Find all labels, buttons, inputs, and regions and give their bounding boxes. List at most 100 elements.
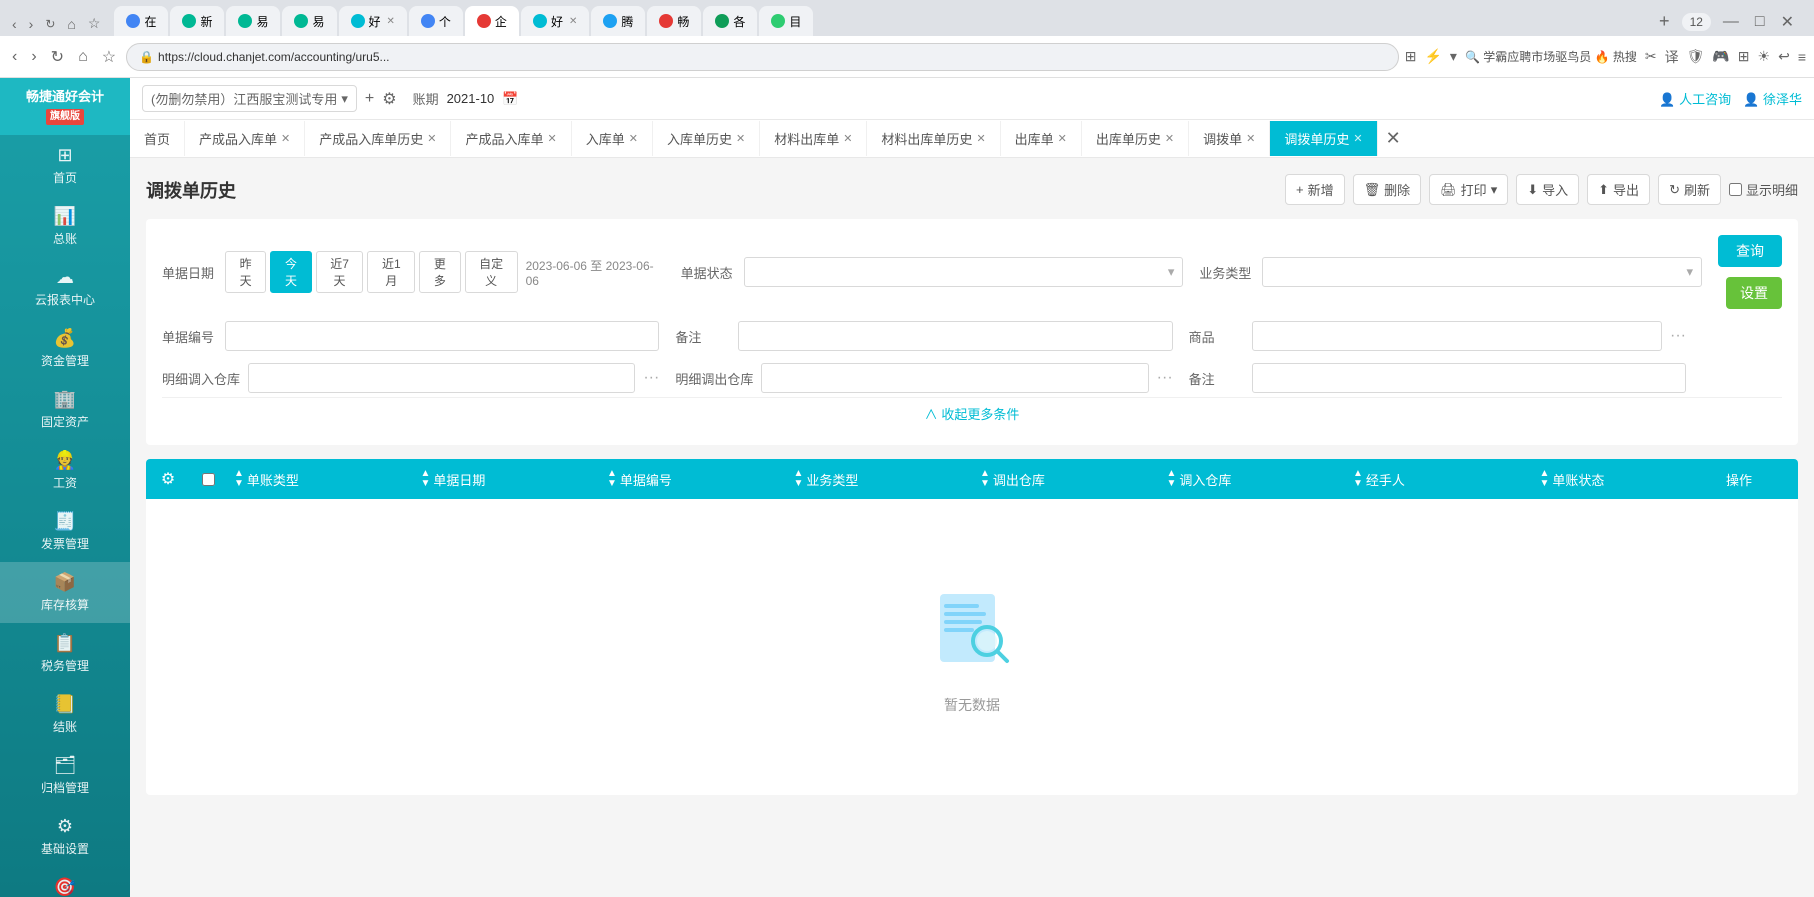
browser-tab-10[interactable]: 畅 bbox=[647, 6, 701, 36]
sidebar-item-invoice[interactable]: 🧾 发票管理 bbox=[0, 501, 130, 562]
browser-tab-5[interactable]: 好 ✕ bbox=[339, 6, 407, 36]
th-doc-status[interactable]: ▲▼ 单账状态 bbox=[1532, 469, 1719, 489]
sidebar-item-tax[interactable]: 📋 税务管理 bbox=[0, 623, 130, 684]
window-maximize[interactable]: □ bbox=[1751, 9, 1769, 35]
query-button[interactable]: 查询 bbox=[1718, 235, 1782, 267]
sidebar-item-guide[interactable]: 🎯 新手引导 bbox=[0, 867, 130, 897]
display-detail-input[interactable] bbox=[1729, 183, 1742, 196]
page-tab-stock-in-history[interactable]: 入库单历史 ✕ bbox=[653, 121, 760, 156]
sidebar-item-inventory[interactable]: 📦 库存核算 bbox=[0, 562, 130, 623]
extensions-icon[interactable]: ⊞ bbox=[1405, 48, 1417, 65]
sidebar-item-home[interactable]: ⊞ 首页 bbox=[0, 135, 130, 196]
tab-close-icon[interactable]: ✕ bbox=[843, 132, 852, 145]
sidebar-item-ledger[interactable]: 📊 总账 bbox=[0, 196, 130, 257]
delete-button[interactable]: 🗑 删除 bbox=[1353, 174, 1422, 205]
browser-tab-8[interactable]: 好 ✕ bbox=[521, 6, 589, 36]
custom-btn[interactable]: 自定义 bbox=[465, 251, 518, 293]
fav-button[interactable]: ☆ bbox=[98, 43, 120, 71]
th-out-warehouse[interactable]: ▲▼ 调出仓库 bbox=[972, 469, 1159, 489]
print-button[interactable]: 🖨 打印 ▾ bbox=[1429, 174, 1508, 205]
detail-in-more-icon[interactable]: ··· bbox=[643, 369, 659, 387]
reload-button[interactable]: ↻ bbox=[47, 43, 68, 71]
browser-tab-3[interactable]: 易 bbox=[226, 6, 280, 36]
table-select-all[interactable] bbox=[190, 473, 226, 486]
lightning-icon[interactable]: ⚡ bbox=[1424, 48, 1441, 65]
sidebar-item-archive[interactable]: 🗂 归档管理 bbox=[0, 745, 130, 806]
browser-tab-12[interactable]: 目 bbox=[759, 6, 813, 36]
sidebar-item-cloud-report[interactable]: ☁ 云报表中心 bbox=[0, 257, 130, 318]
page-tab-material-out[interactable]: 材料出库单 ✕ bbox=[760, 121, 867, 156]
browser-tab-11[interactable]: 各 bbox=[703, 6, 757, 36]
company-selector[interactable]: (勿删勿禁用）江西服宝测试专用 ▾ bbox=[142, 85, 357, 112]
th-in-warehouse[interactable]: ▲▼ 调入仓库 bbox=[1159, 469, 1346, 489]
ai-service-link[interactable]: 👤 人工咨询 bbox=[1659, 89, 1731, 108]
th-doc-type[interactable]: ▲▼ 单账类型 bbox=[226, 469, 413, 489]
page-tab-stock-out[interactable]: 出库单 ✕ bbox=[1001, 121, 1082, 156]
game-icon[interactable]: 🎮 bbox=[1712, 48, 1729, 65]
import-button[interactable]: ⬇ 导入 bbox=[1516, 174, 1579, 205]
undo-icon[interactable]: ↩ bbox=[1778, 48, 1790, 65]
tab-close-icon[interactable]: ✕ bbox=[629, 132, 638, 145]
filter-settings-button[interactable]: 设置 bbox=[1726, 277, 1782, 309]
last7-btn[interactable]: 近7天 bbox=[316, 251, 364, 293]
tab-close-icon[interactable]: ✕ bbox=[1246, 132, 1255, 145]
collapse-bar[interactable]: ∧ 收起更多条件 bbox=[162, 397, 1782, 429]
home-nav-button[interactable]: ⌂ bbox=[74, 44, 92, 70]
shield-icon[interactable]: 🛡 bbox=[1687, 48, 1705, 65]
yesterday-btn[interactable]: 昨天 bbox=[225, 251, 266, 293]
page-tab-transfer[interactable]: 调拨单 ✕ bbox=[1189, 121, 1270, 156]
new-button[interactable]: + 新增 bbox=[1285, 174, 1345, 205]
sidebar-item-fund[interactable]: 💰 资金管理 bbox=[0, 318, 130, 379]
sidebar-item-settings[interactable]: ⚙ 基础设置 bbox=[0, 806, 130, 867]
page-tab-product-in[interactable]: 产成品入库单 ✕ bbox=[185, 121, 305, 156]
status-select[interactable]: ▾ bbox=[744, 257, 1184, 287]
sidebar-item-payroll[interactable]: 👷 工资 bbox=[0, 440, 130, 501]
today-btn[interactable]: 今天 bbox=[270, 251, 311, 293]
forward-nav-button[interactable]: › bbox=[27, 44, 40, 70]
doc-no-input[interactable] bbox=[225, 321, 659, 351]
back-nav-button[interactable]: ‹ bbox=[8, 44, 21, 70]
bookmark-button[interactable]: ☆ bbox=[84, 11, 105, 36]
note-input[interactable] bbox=[1252, 363, 1686, 393]
goods-input[interactable] bbox=[1252, 321, 1662, 351]
display-detail-checkbox[interactable]: 显示明细 bbox=[1729, 180, 1798, 199]
tab-close-icon[interactable]: ✕ bbox=[736, 132, 745, 145]
tab-close-icon[interactable]: ✕ bbox=[1165, 132, 1174, 145]
back-button[interactable]: ‹ bbox=[8, 12, 21, 36]
page-tab-home[interactable]: 首页 bbox=[130, 121, 185, 156]
address-field[interactable]: 🔒 https://cloud.chanjet.com/accounting/u… bbox=[126, 43, 1399, 71]
home-browser-button[interactable]: ⌂ bbox=[63, 12, 79, 36]
new-tab-button[interactable]: + bbox=[1655, 7, 1674, 36]
browser-tab-7[interactable]: 企 bbox=[465, 6, 519, 36]
page-tab-product-in-history[interactable]: 产成品入库单历史 ✕ bbox=[305, 121, 451, 156]
close-content-button[interactable]: ✕ bbox=[1378, 128, 1409, 149]
browser-tab-4[interactable]: 易 bbox=[282, 6, 336, 36]
tab-close-active-icon[interactable]: ✕ bbox=[1353, 132, 1362, 145]
detail-in-input[interactable] bbox=[248, 363, 635, 393]
scissor-icon[interactable]: ✂ bbox=[1645, 48, 1657, 65]
table-settings-icon[interactable]: ⚙ bbox=[146, 469, 190, 489]
page-tab-stock-out-history[interactable]: 出库单历史 ✕ bbox=[1082, 121, 1189, 156]
page-tab-product-in2[interactable]: 产成品入库单 ✕ bbox=[451, 121, 571, 156]
theme-icon[interactable]: ☀ bbox=[1758, 48, 1771, 65]
browser-tab-2[interactable]: 新 bbox=[170, 6, 224, 36]
company-settings-button[interactable]: ⚙ bbox=[382, 89, 396, 109]
menu-icon[interactable]: ≡ bbox=[1798, 49, 1806, 65]
tab-close-icon[interactable]: ✕ bbox=[1058, 132, 1067, 145]
remark-input[interactable] bbox=[738, 321, 1172, 351]
refresh-data-button[interactable]: ↻ 刷新 bbox=[1658, 174, 1721, 205]
page-tab-stock-in[interactable]: 入库单 ✕ bbox=[572, 121, 653, 156]
export-button[interactable]: ⬆ 导出 bbox=[1587, 174, 1650, 205]
goods-more-icon[interactable]: ··· bbox=[1670, 327, 1686, 345]
translate-icon[interactable]: 译 bbox=[1665, 47, 1679, 67]
period-calendar-icon[interactable]: 📅 bbox=[502, 91, 518, 107]
grid-icon[interactable]: ⊞ bbox=[1738, 48, 1750, 65]
th-handler[interactable]: ▲▼ 经手人 bbox=[1345, 469, 1532, 489]
user-avatar[interactable]: 👤 徐泽华 bbox=[1743, 89, 1802, 108]
refresh-browser-button[interactable]: ↻ bbox=[41, 13, 59, 35]
browser-tab-9[interactable]: 腾 bbox=[591, 6, 645, 36]
more-btn[interactable]: 更多 bbox=[419, 251, 460, 293]
forward-button[interactable]: › bbox=[25, 12, 38, 36]
last-month-btn[interactable]: 近1月 bbox=[367, 251, 415, 293]
page-tab-material-out-history[interactable]: 材料出库单历史 ✕ bbox=[867, 121, 1000, 156]
